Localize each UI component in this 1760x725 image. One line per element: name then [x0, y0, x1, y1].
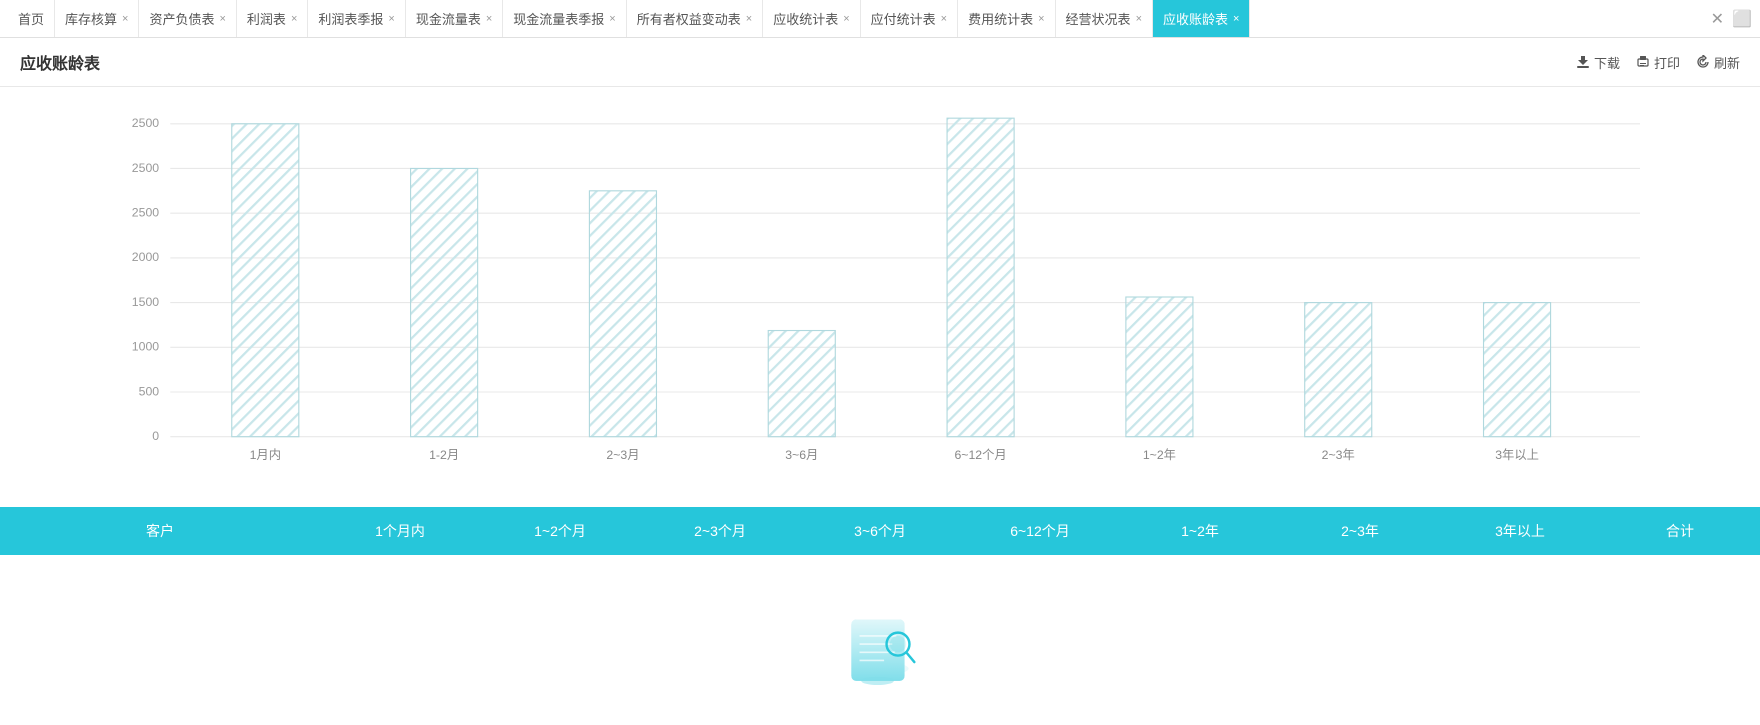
- tab-inventory[interactable]: 库存核算 ×: [55, 0, 139, 38]
- col-3-6month: 3~6个月: [800, 507, 960, 555]
- col-6-12month: 6~12个月: [960, 507, 1120, 555]
- tab-bar: 首页 库存核算 × 资产负债表 × 利润表 × 利润表季报 × 现金流量表 × …: [0, 0, 1760, 38]
- main-content: 2500 2500 2500 2000 1500 1000 500 0: [0, 87, 1760, 725]
- refresh-button[interactable]: 刷新: [1696, 53, 1740, 72]
- tab-profit-close[interactable]: ×: [291, 13, 297, 25]
- svg-text:1月内: 1月内: [250, 448, 281, 462]
- page-header: 应收账龄表 下载 打印 刷新: [0, 38, 1760, 87]
- download-button[interactable]: 下载: [1576, 53, 1620, 72]
- tab-cashflow-quarter-close[interactable]: ×: [609, 13, 615, 25]
- window-maximize-icon[interactable]: ⬜: [1732, 9, 1752, 29]
- tab-inventory-close[interactable]: ×: [122, 13, 128, 25]
- svg-text:2000: 2000: [132, 250, 159, 264]
- table-header: 客户 1个月内 1~2个月 2~3个月 3~6个月 6~12个月 1~2年 2~…: [0, 507, 1760, 555]
- svg-text:2500: 2500: [132, 161, 159, 175]
- tab-ar-stat-label: 应收统计表: [773, 9, 838, 28]
- tab-expense-stat-close[interactable]: ×: [1038, 13, 1044, 25]
- svg-text:2500: 2500: [132, 206, 159, 220]
- tab-ap-stat-close[interactable]: ×: [941, 13, 947, 25]
- svg-text:1-2月: 1-2月: [429, 448, 459, 462]
- tab-expense-stat-label: 费用统计表: [968, 9, 1033, 28]
- tab-ap-stat-label: 应付统计表: [871, 9, 936, 28]
- tab-operation-close[interactable]: ×: [1136, 13, 1142, 25]
- col-2-3month: 2~3个月: [640, 507, 800, 555]
- tab-home-label: 首页: [18, 9, 44, 28]
- tab-ar-stat-close[interactable]: ×: [843, 13, 849, 25]
- tab-inventory-label: 库存核算: [65, 9, 117, 28]
- tab-cashflow-close[interactable]: ×: [486, 13, 492, 25]
- col-1month: 1个月内: [320, 507, 480, 555]
- empty-state: [0, 555, 1760, 725]
- tab-ap-stat[interactable]: 应付统计表 ×: [861, 0, 958, 38]
- svg-text:1500: 1500: [132, 295, 159, 309]
- tab-equity-label: 所有者权益变动表: [637, 9, 741, 28]
- svg-text:6~12个月: 6~12个月: [954, 448, 1006, 462]
- svg-text:500: 500: [139, 384, 160, 398]
- tab-profit-quarter[interactable]: 利润表季报 ×: [308, 0, 405, 38]
- tab-balance[interactable]: 资产负债表 ×: [139, 0, 236, 38]
- tab-ar-aging-label: 应收账龄表: [1163, 9, 1228, 28]
- tab-ar-aging-close[interactable]: ×: [1233, 13, 1239, 25]
- svg-text:3~6月: 3~6月: [785, 448, 818, 462]
- tab-ar-aging[interactable]: 应收账龄表 ×: [1153, 0, 1250, 38]
- tab-operation[interactable]: 经营状况表 ×: [1056, 0, 1153, 38]
- refresh-icon: [1696, 55, 1710, 69]
- tab-equity[interactable]: 所有者权益变动表 ×: [627, 0, 763, 38]
- empty-illustration: [830, 595, 930, 685]
- col-1-2month: 1~2个月: [480, 507, 640, 555]
- tab-profit-quarter-label: 利润表季报: [318, 9, 383, 28]
- tab-cashflow-label: 现金流量表: [416, 9, 481, 28]
- tab-operation-label: 经营状况表: [1066, 9, 1131, 28]
- svg-text:2500: 2500: [132, 116, 159, 130]
- bar-chart: 2500 2500 2500 2000 1500 1000 500 0: [30, 107, 1730, 487]
- col-total: 合计: [1600, 507, 1760, 555]
- tab-expense-stat[interactable]: 费用统计表 ×: [958, 0, 1055, 38]
- col-customer: 客户: [0, 507, 320, 555]
- print-label: 打印: [1654, 53, 1680, 72]
- tab-balance-label: 资产负债表: [149, 9, 214, 28]
- tab-profit-label: 利润表: [247, 9, 286, 28]
- download-icon: [1576, 55, 1590, 69]
- window-close-icon[interactable]: ✕: [1711, 9, 1724, 29]
- header-actions: 下载 打印 刷新: [1576, 53, 1740, 72]
- svg-text:0: 0: [152, 429, 159, 443]
- tab-cashflow[interactable]: 现金流量表 ×: [406, 0, 503, 38]
- col-3plus-year: 3年以上: [1440, 507, 1600, 555]
- tab-home[interactable]: 首页: [8, 0, 55, 38]
- tab-profit-quarter-close[interactable]: ×: [388, 13, 394, 25]
- svg-text:3年以上: 3年以上: [1495, 448, 1539, 462]
- tab-cashflow-quarter[interactable]: 现金流量表季报 ×: [503, 0, 626, 38]
- svg-text:2~3月: 2~3月: [606, 448, 639, 462]
- col-2-3year: 2~3年: [1280, 507, 1440, 555]
- col-1-2year: 1~2年: [1120, 507, 1280, 555]
- chart-area: 2500 2500 2500 2000 1500 1000 500 0: [0, 87, 1760, 507]
- print-icon: [1636, 55, 1650, 69]
- tab-equity-close[interactable]: ×: [746, 13, 752, 25]
- tab-profit[interactable]: 利润表 ×: [237, 0, 308, 38]
- svg-text:2~3年: 2~3年: [1322, 448, 1355, 462]
- svg-text:1~2年: 1~2年: [1143, 448, 1176, 462]
- refresh-label: 刷新: [1714, 53, 1740, 72]
- download-label: 下载: [1594, 53, 1620, 72]
- tab-cashflow-quarter-label: 现金流量表季报: [513, 9, 604, 28]
- tab-ar-stat[interactable]: 应收统计表 ×: [763, 0, 860, 38]
- svg-text:1000: 1000: [132, 340, 159, 354]
- page-title: 应收账龄表: [20, 50, 100, 74]
- window-actions: ✕ ⬜: [1711, 9, 1752, 29]
- print-button[interactable]: 打印: [1636, 53, 1680, 72]
- tab-balance-close[interactable]: ×: [219, 13, 225, 25]
